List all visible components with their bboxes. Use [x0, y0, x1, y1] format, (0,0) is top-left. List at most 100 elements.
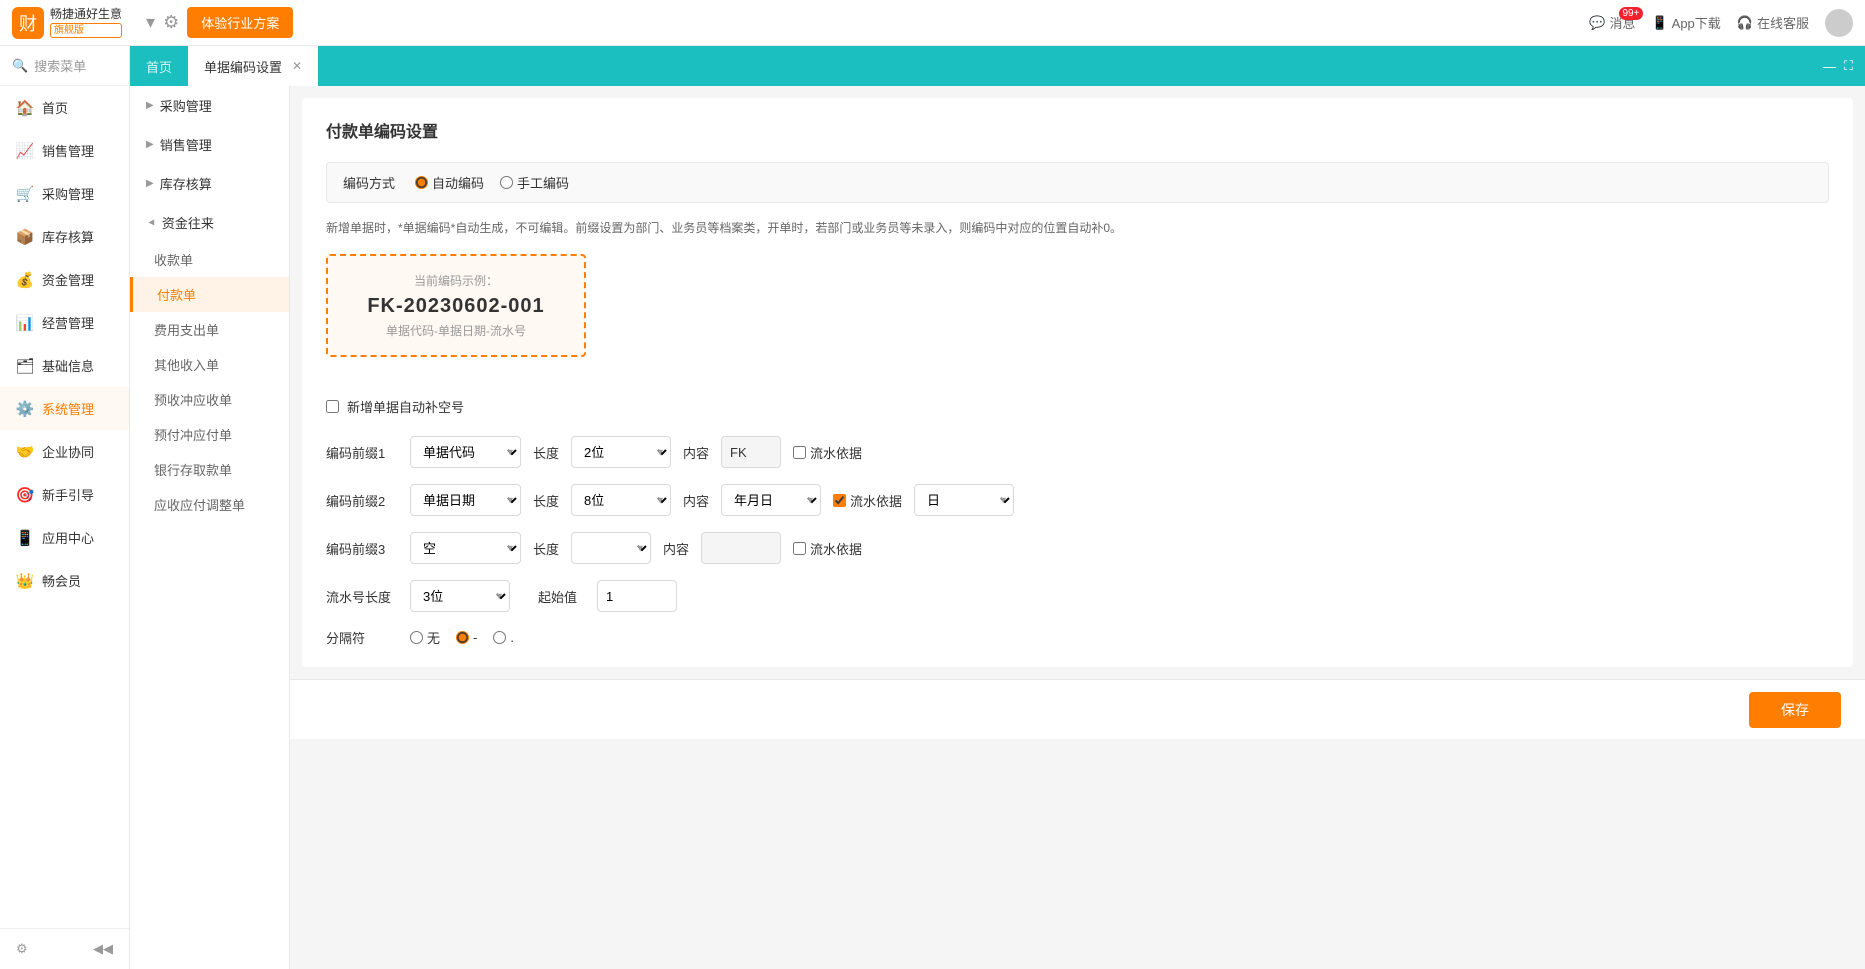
vip-icon: 👑: [16, 572, 34, 590]
separator-row: 分隔符 无 - .: [326, 628, 1829, 647]
sidebar-item-guide[interactable]: 🎯 新手引导: [0, 473, 129, 516]
serial2-checkbox[interactable]: [833, 494, 846, 507]
separator-options: 无 - .: [410, 628, 514, 647]
prefix2-label: 编码前缀2: [326, 491, 398, 510]
nav-dropdown[interactable]: ▾: [146, 12, 155, 33]
length3-select[interactable]: [571, 532, 651, 564]
content3-value: [701, 532, 781, 564]
sidebar-item-finance[interactable]: 💰 资金管理: [0, 258, 129, 301]
service-icon: 🎧: [1737, 15, 1753, 31]
prefix3-select[interactable]: 单据代码 单据日期 部门 业务员 空: [410, 532, 521, 564]
code-preview-wrapper: 当前编码示例： FK-20230602-001 单据代码-单据日期-流水号: [326, 254, 1829, 377]
auto-code-option[interactable]: 自动编码: [415, 173, 484, 192]
submenu-receipt[interactable]: 收款单: [130, 242, 289, 277]
topbar: 财 畅捷通好生意 旗舰版 ▾ ⚙ 体验行业方案 💬 消息 99+ 📱 App下载…: [0, 0, 1865, 46]
sep-dot-radio[interactable]: [493, 631, 506, 644]
tab-minimize-icon[interactable]: —: [1823, 59, 1836, 74]
tab-maximize-icon[interactable]: ⛶: [1844, 58, 1853, 74]
prefix3-label: 编码前缀3: [326, 539, 398, 558]
sep-dot-option[interactable]: .: [493, 630, 514, 645]
submenu-expense[interactable]: 费用支出单: [130, 312, 289, 347]
sidebar-item-inventory[interactable]: 📦 库存核算: [0, 215, 129, 258]
settings-icon[interactable]: ⚙: [163, 12, 179, 33]
auto-code-radio[interactable]: [415, 176, 428, 189]
prefix3-select-wrapper: 单据代码 单据日期 部门 业务员 空: [410, 532, 521, 564]
online-service-item[interactable]: 🎧 在线客服: [1737, 13, 1809, 32]
finance-icon: 💰: [16, 271, 34, 289]
submenu-advance-payment[interactable]: 预付冲应付单: [130, 417, 289, 452]
sidebar-item-purchase[interactable]: 🛒 采购管理: [0, 172, 129, 215]
tab-bar-actions: — ⛶: [1823, 58, 1865, 74]
sidebar-item-operation[interactable]: 📊 经营管理: [0, 301, 129, 344]
code-preview-value: FK-20230602-001: [352, 295, 560, 318]
submenu-capital[interactable]: ▼ 资金往来: [130, 203, 289, 242]
prefix2-select-wrapper: 单据代码 单据日期 部门 业务员 空: [410, 484, 521, 516]
submenu-advance-receipt[interactable]: 预收冲应收单: [130, 382, 289, 417]
sidebar-collapse-icon[interactable]: ◀◀: [93, 941, 113, 957]
prefix2-row: 编码前缀2 单据代码 单据日期 部门 业务员 空 长度: [326, 484, 1829, 516]
submenu-receivable-adj[interactable]: 应收应付调整单: [130, 487, 289, 522]
length1-select[interactable]: 2位 4位 6位: [571, 436, 671, 468]
save-button[interactable]: 保存: [1749, 692, 1841, 728]
user-avatar[interactable]: [1825, 9, 1853, 37]
tab-encoding[interactable]: 单据编码设置 ✕: [188, 46, 318, 86]
sidebar: 🔍 搜索菜单 🏠 首页 📈 销售管理 🛒 采购管理 📦 库存核算 💰: [0, 46, 130, 969]
length2-select[interactable]: 6位 8位 10位: [571, 484, 671, 516]
sep-none-radio[interactable]: [410, 631, 423, 644]
length3-label: 长度: [533, 539, 559, 558]
prefix2-select[interactable]: 单据代码 单据日期 部门 业务员 空: [410, 484, 521, 516]
submenu-other-income[interactable]: 其他收入单: [130, 347, 289, 382]
sidebar-item-enterprise[interactable]: 🤝 企业协同: [0, 430, 129, 473]
length2-label: 长度: [533, 491, 559, 510]
submenu-inventory[interactable]: ▶ 库存核算: [130, 164, 289, 203]
sidebar-item-system[interactable]: ⚙️ 系统管理: [0, 387, 129, 430]
serial3-checkbox-item: 流水依据: [793, 539, 862, 558]
serial-length-select[interactable]: 3位 4位 5位: [410, 580, 510, 612]
sidebar-item-home[interactable]: 🏠 首页: [0, 86, 129, 129]
sidebar-item-sales[interactable]: 📈 销售管理: [0, 129, 129, 172]
length3-select-wrapper: [571, 532, 651, 564]
guide-icon: 🎯: [16, 486, 34, 504]
message-item[interactable]: 💬 消息 99+: [1589, 13, 1635, 32]
sep-none-option[interactable]: 无: [410, 628, 440, 647]
purchase-icon: 🛒: [16, 185, 34, 203]
content-wrapper: ▶ 采购管理 ▶ 销售管理 ▶ 库存核算 ▼ 资金往来 收款单 付款单: [130, 86, 1865, 969]
logo-text: 畅捷通好生意 旗舰版: [50, 7, 122, 38]
sidebar-settings-icon[interactable]: ⚙: [16, 941, 28, 957]
submenu-purchase[interactable]: ▶ 采购管理: [130, 86, 289, 125]
trial-button[interactable]: 体验行业方案: [187, 7, 293, 38]
sep-dash-option[interactable]: -: [456, 630, 477, 645]
sidebar-item-basic[interactable]: 🗂 基础信息: [0, 344, 129, 387]
auto-fill-label: 新增单据自动补空号: [347, 397, 464, 416]
prefix1-select[interactable]: 单据代码 单据日期 部门 业务员 空: [410, 436, 521, 468]
content2-select[interactable]: 年月日 年月 年: [721, 484, 821, 516]
app-download-item[interactable]: 📱 App下载: [1651, 13, 1720, 32]
serial2-unit-select[interactable]: 日 月 年: [914, 484, 1014, 516]
submenu-bank-deposit[interactable]: 银行存取款单: [130, 452, 289, 487]
tab-close-icon[interactable]: ✕: [292, 59, 302, 73]
tab-bar: 首页 单据编码设置 ✕ — ⛶: [130, 46, 1865, 86]
capital-submenu: 收款单 付款单 费用支出单 其他收入单 预收冲应收单 预付冲应付单 银行存取款单…: [130, 242, 289, 522]
serial2-checkbox-item: 流水依据: [833, 491, 902, 510]
content2-label: 内容: [683, 491, 709, 510]
submenu-sales[interactable]: ▶ 销售管理: [130, 125, 289, 164]
length2-select-wrapper: 6位 8位 10位: [571, 484, 671, 516]
length1-label: 长度: [533, 443, 559, 462]
content3-label: 内容: [663, 539, 689, 558]
submenu-payment[interactable]: 付款单: [130, 277, 289, 312]
enterprise-icon: 🤝: [16, 443, 34, 461]
tab-home[interactable]: 首页: [130, 46, 188, 86]
sep-dash-radio[interactable]: [456, 631, 469, 644]
inventory-icon: 📦: [16, 228, 34, 246]
manual-code-option[interactable]: 手工编码: [500, 173, 569, 192]
sidebar-search[interactable]: 🔍 搜索菜单: [0, 46, 129, 86]
start-value-input[interactable]: [597, 580, 677, 612]
content1-label: 内容: [683, 443, 709, 462]
auto-fill-checkbox[interactable]: [326, 400, 339, 413]
manual-code-radio[interactable]: [500, 176, 513, 189]
sidebar-item-appstore[interactable]: 📱 应用中心: [0, 516, 129, 559]
info-text: 新增单据时，*单据编码*自动生成，不可编辑。前缀设置为部门、业务员等档案类，开单…: [326, 219, 1829, 238]
serial1-checkbox[interactable]: [793, 446, 806, 459]
sidebar-item-vip[interactable]: 👑 畅会员: [0, 559, 129, 602]
serial3-checkbox[interactable]: [793, 542, 806, 555]
